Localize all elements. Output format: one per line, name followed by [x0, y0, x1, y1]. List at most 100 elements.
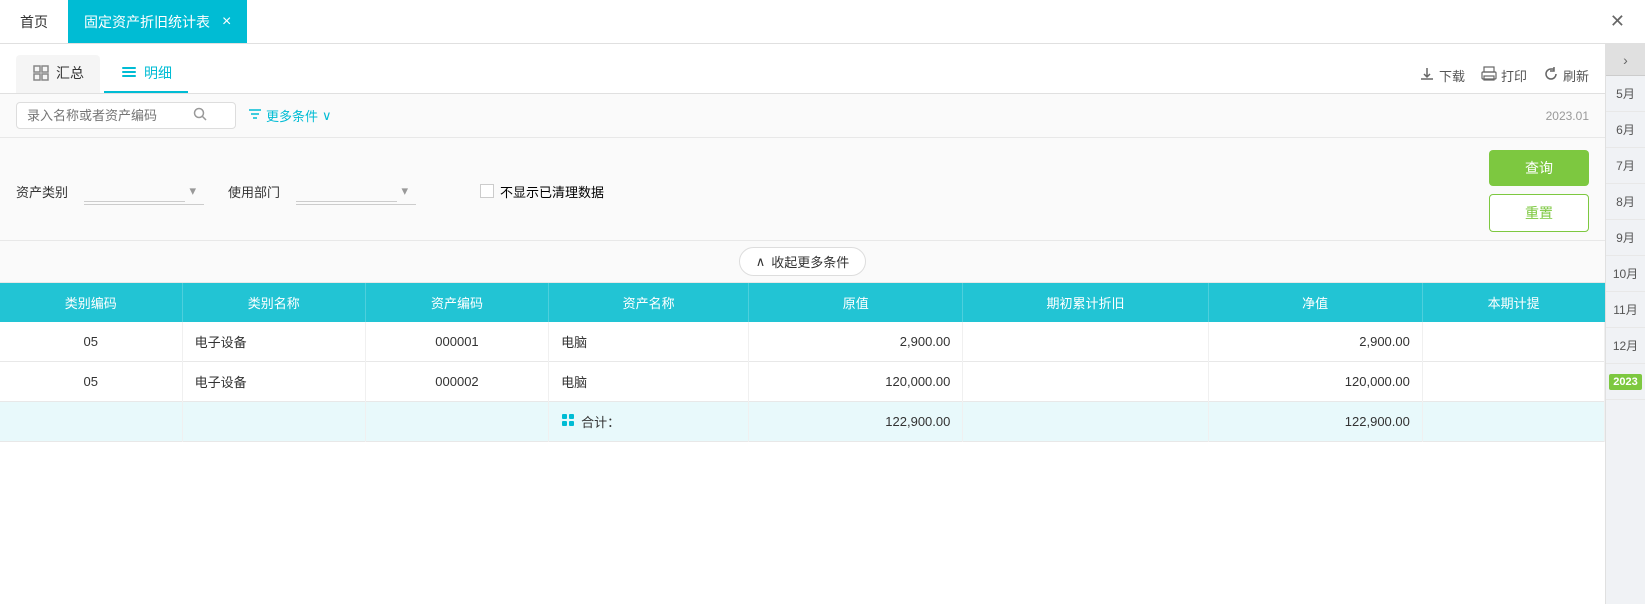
total-accumulated-dep: [963, 402, 1208, 442]
filter-row: 资产类别 ▾ 使用部门 ▾ 不显示已清理数据: [16, 150, 1589, 232]
cell-original-value: 2,900.00: [749, 322, 963, 362]
tab-group: 汇总 明细: [16, 55, 188, 93]
cell-current-period: [1422, 362, 1604, 402]
collapse-btn[interactable]: ∧ 收起更多条件: [739, 247, 867, 276]
filter-bar: 更多条件 ∨ 2023.01: [0, 94, 1605, 138]
print-btn[interactable]: 打印: [1481, 66, 1527, 85]
col-category-name: 类别名称: [182, 283, 365, 322]
refresh-label: 刷新: [1563, 66, 1589, 85]
month-item[interactable]: 9月: [1606, 220, 1645, 256]
date-display: 2023.01: [1546, 109, 1589, 123]
total-current-period: [1422, 402, 1604, 442]
cell-asset-code: 000002: [365, 362, 548, 402]
month-list: 5月6月7月8月9月10月11月12月 2023: [1606, 76, 1645, 400]
cell-original-value: 120,000.00: [749, 362, 963, 402]
year-label: 2023: [1609, 374, 1641, 390]
download-icon: [1419, 66, 1435, 85]
more-filter-label: 更多条件: [266, 106, 318, 125]
download-btn[interactable]: 下载: [1419, 66, 1465, 85]
total-text: 合计：: [581, 412, 620, 431]
toolbar: 汇总 明细: [0, 44, 1605, 94]
hide-cleared-label: 不显示已清理数据: [500, 182, 604, 201]
summary-icon: [32, 64, 50, 82]
cell-category-code: 05: [0, 362, 182, 402]
chevron-up-icon: ∧: [756, 254, 766, 270]
table-header-row: 类别编码 类别名称 资产编码 资产名称 原值 期初累计折旧 净值 本期计提: [0, 283, 1605, 322]
month-item[interactable]: 6月: [1606, 112, 1645, 148]
filter-icon: [248, 107, 262, 124]
col-asset-name: 资产名称: [549, 283, 749, 322]
tab-detail[interactable]: 明细: [104, 55, 188, 93]
search-box: [16, 102, 236, 129]
col-category-code: 类别编码: [0, 283, 182, 322]
cell-asset-name: 电脑: [549, 362, 749, 402]
download-label: 下载: [1439, 66, 1465, 85]
total-net-value: 122,900.00: [1208, 402, 1422, 442]
tab-label: 固定资产折旧统计表: [84, 12, 210, 32]
top-nav: 首页 固定资产折旧统计表 × ✕: [0, 0, 1645, 44]
use-department-select[interactable]: ▾: [296, 178, 416, 205]
left-panel: 汇总 明细: [0, 44, 1605, 604]
tab-summary-label: 汇总: [56, 63, 84, 83]
department-dropdown-icon: ▾: [401, 183, 408, 199]
home-nav[interactable]: 首页: [0, 0, 68, 43]
col-asset-code: 资产编码: [365, 283, 548, 322]
collapse-bar: ∧ 收起更多条件: [0, 241, 1605, 283]
col-net-value: 净值: [1208, 283, 1422, 322]
panel-expand-btn[interactable]: ›: [1606, 44, 1645, 76]
asset-category-select[interactable]: ▾: [84, 178, 204, 205]
cell-category-name: 电子设备: [182, 322, 365, 362]
active-tab[interactable]: 固定资产折旧统计表 ×: [68, 0, 247, 43]
more-filter-btn[interactable]: 更多条件 ∨: [248, 106, 332, 125]
tab-detail-label: 明细: [144, 63, 172, 83]
month-item[interactable]: 12月: [1606, 328, 1645, 364]
data-table: 类别编码 类别名称 资产编码 资产名称 原值 期初累计折旧 净值 本期计提 05…: [0, 283, 1605, 604]
filter-buttons: 查询 重置: [1489, 150, 1589, 232]
col-current-period: 本期计提: [1422, 283, 1604, 322]
month-item[interactable]: 7月: [1606, 148, 1645, 184]
print-label: 打印: [1501, 66, 1527, 85]
category-dropdown-icon: ▾: [189, 183, 196, 199]
tab-summary[interactable]: 汇总: [16, 55, 100, 93]
hide-cleared-checkbox[interactable]: 不显示已清理数据: [480, 182, 604, 201]
reset-btn[interactable]: 重置: [1489, 194, 1589, 232]
extended-filter: 资产类别 ▾ 使用部门 ▾ 不显示已清理数据: [0, 138, 1605, 241]
table-row: 05 电子设备 000002 电脑 120,000.00 120,000.00: [0, 362, 1605, 402]
cell-accumulated-dep: [963, 362, 1208, 402]
search-input[interactable]: [27, 108, 187, 123]
col-accumulated-dep: 期初累计折旧: [963, 283, 1208, 322]
table: 类别编码 类别名称 资产编码 资产名称 原值 期初累计折旧 净值 本期计提 05…: [0, 283, 1605, 442]
refresh-icon: [1543, 66, 1559, 85]
year-badge[interactable]: 2023: [1606, 364, 1645, 400]
date-value: 2023.01: [1546, 109, 1589, 123]
action-group: 下载 打印: [1419, 66, 1589, 93]
collapse-label: 收起更多条件: [771, 252, 849, 271]
month-item[interactable]: 10月: [1606, 256, 1645, 292]
total-row: 合计： 122,900.00 122,900.00: [0, 402, 1605, 442]
total-original-value: 122,900.00: [749, 402, 963, 442]
total-label-cell: 合计：: [549, 402, 749, 442]
close-window-icon[interactable]: ✕: [1610, 11, 1625, 32]
chevron-down-icon: ∨: [322, 108, 332, 124]
close-tab-icon[interactable]: ×: [222, 14, 231, 30]
month-item[interactable]: 11月: [1606, 292, 1645, 328]
month-item[interactable]: 5月: [1606, 76, 1645, 112]
use-department-filter: 使用部门 ▾: [228, 178, 416, 205]
col-original-value: 原值: [749, 283, 963, 322]
month-item[interactable]: 8月: [1606, 184, 1645, 220]
table-row: 05 电子设备 000001 电脑 2,900.00 2,900.00: [0, 322, 1605, 362]
print-icon: [1481, 66, 1497, 85]
asset-category-label: 资产类别: [16, 182, 76, 201]
cell-category-name: 电子设备: [182, 362, 365, 402]
cell-net-value: 120,000.00: [1208, 362, 1422, 402]
cell-asset-code: 000001: [365, 322, 548, 362]
main-content: 汇总 明细: [0, 44, 1645, 604]
query-btn[interactable]: 查询: [1489, 150, 1589, 186]
use-department-label: 使用部门: [228, 182, 288, 201]
refresh-btn[interactable]: 刷新: [1543, 66, 1589, 85]
detail-icon: [120, 64, 138, 82]
cell-net-value: 2,900.00: [1208, 322, 1422, 362]
cell-asset-name: 电脑: [549, 322, 749, 362]
checkbox-box: [480, 184, 494, 198]
cell-current-period: [1422, 322, 1604, 362]
